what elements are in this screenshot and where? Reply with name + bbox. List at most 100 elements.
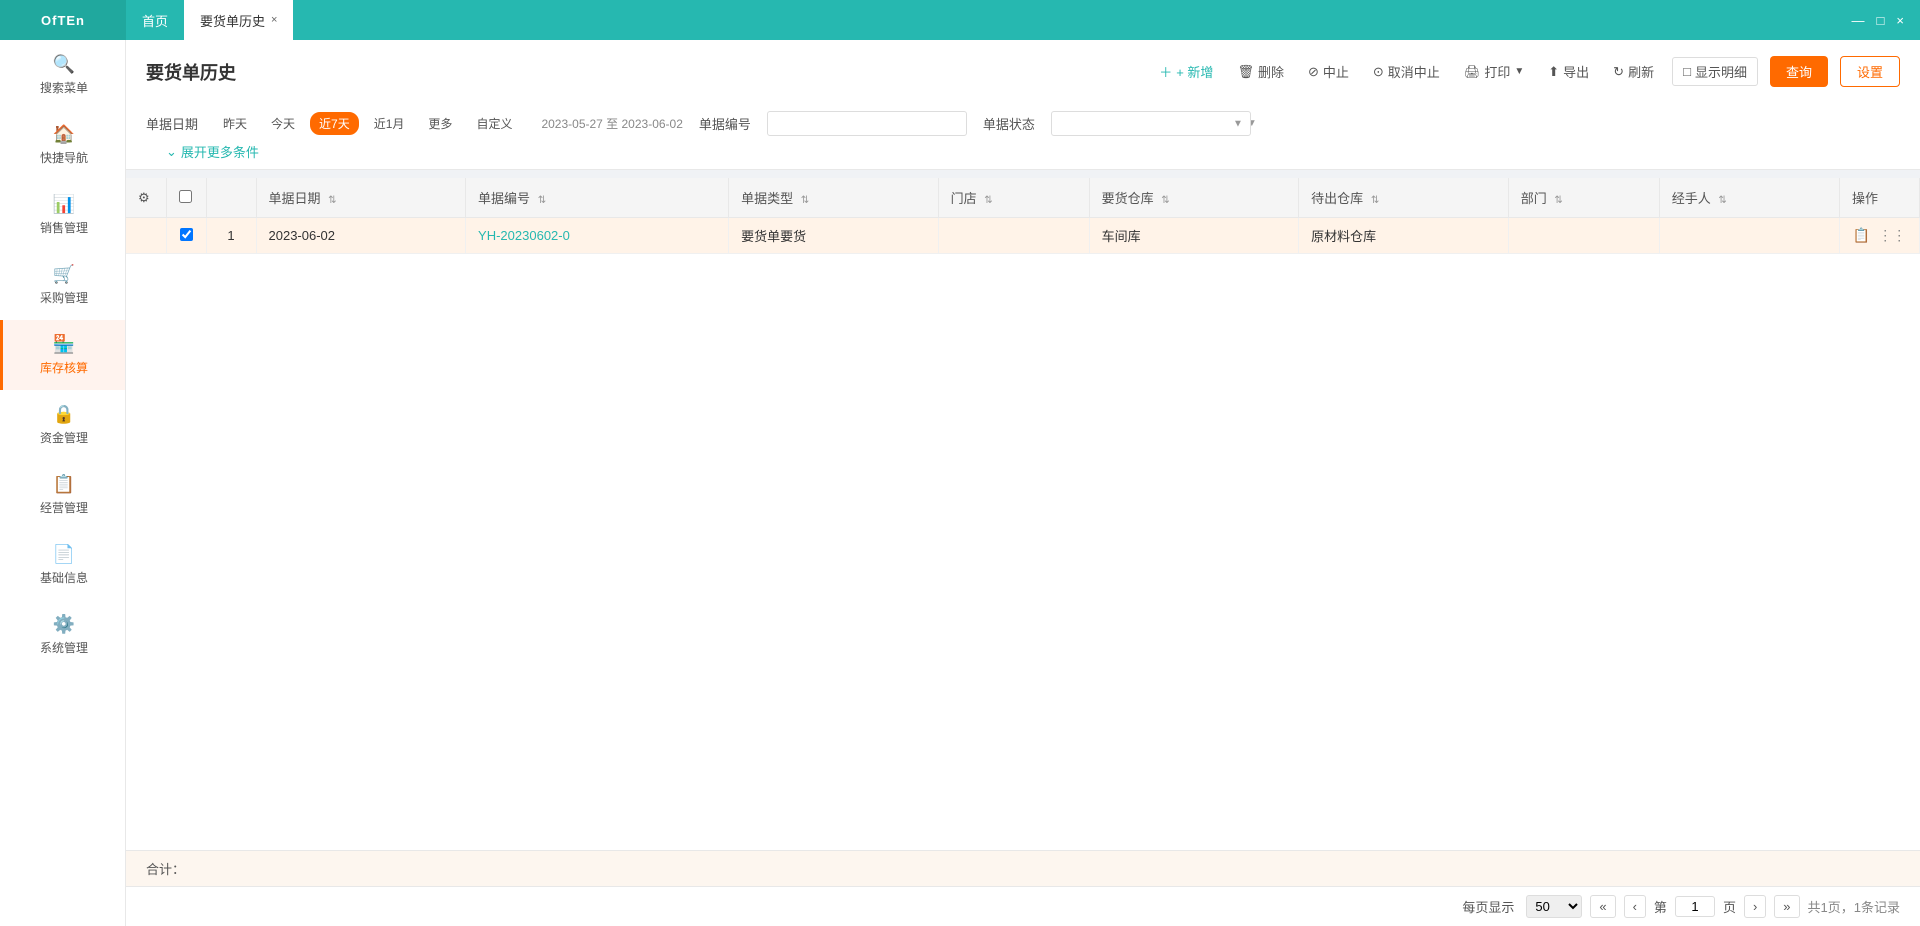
sidebar-item-sales[interactable]: 📊 销售管理 (0, 180, 125, 250)
row-req-warehouse-cell: 车间库 (1089, 218, 1299, 254)
col-settings[interactable]: ⚙ (126, 178, 166, 218)
refresh-button[interactable]: ↻ 刷新 (1607, 58, 1660, 85)
sales-icon: 📊 (53, 194, 75, 215)
delete-icon: 🗑 (1237, 64, 1254, 80)
row-store-cell (938, 218, 1089, 254)
sort-doc-date-icon: ⇅ (328, 195, 336, 206)
row-num-cell: 1 (206, 218, 256, 254)
col-doc-date[interactable]: 单据日期 ⇅ (256, 178, 466, 218)
new-button[interactable]: ＋ + 新增 (1153, 58, 1219, 85)
doc-number-link[interactable]: YH-20230602-0 (478, 228, 570, 243)
last-page-button[interactable]: » (1774, 895, 1799, 918)
filter-row-1: 单据日期 昨天 今天 近7天 近1月 更多 自定义 2023-05-27 至 2… (146, 111, 1900, 136)
search-menu-icon: 🔍 (53, 54, 75, 75)
row-checkbox[interactable] (180, 228, 193, 241)
page-title: 要货单历史 (146, 59, 236, 85)
total-info: 共1页，1条记录 (1808, 897, 1900, 916)
doc-status-select-wrap (1051, 111, 1251, 136)
date-btn-1month[interactable]: 近1月 (365, 112, 414, 135)
date-btn-7days[interactable]: 近7天 (310, 112, 359, 135)
page-title-row: 要货单历史 ＋ + 新增 🗑 删除 ⊘ 中止 ⊙ (146, 56, 1900, 87)
row-settings-cell (126, 218, 166, 254)
suspend-icon: ⊘ (1308, 64, 1319, 80)
expand-more-btn[interactable]: ⌄ 展开更多条件 (146, 142, 1900, 161)
col-pending-warehouse[interactable]: 待出仓库 ⇅ (1299, 178, 1509, 218)
date-btn-yesterday[interactable]: 昨天 (214, 112, 256, 135)
col-store[interactable]: 门店 ⇅ (938, 178, 1089, 218)
row-handler-cell (1659, 218, 1839, 254)
col-checkbox[interactable] (166, 178, 206, 218)
first-page-button[interactable]: « (1590, 895, 1615, 918)
sidebar-item-search-menu[interactable]: 🔍 搜索菜单 (0, 40, 125, 110)
date-btn-more[interactable]: 更多 (419, 112, 461, 135)
filter-area: 单据日期 昨天 今天 近7天 近1月 更多 自定义 2023-05-27 至 2… (146, 99, 1900, 169)
page-label: 第 (1654, 897, 1667, 916)
delete-button[interactable]: 🗑 删除 (1231, 58, 1290, 85)
home-icon: 🏠 (53, 124, 75, 145)
sidebar-item-operations[interactable]: 📋 经营管理 (0, 460, 125, 530)
col-doc-type[interactable]: 单据类型 ⇅ (729, 178, 939, 218)
row-pending-warehouse-cell: 原材料仓库 (1299, 218, 1509, 254)
inventory-icon: 🏪 (53, 334, 75, 355)
col-actions: 操作 (1840, 178, 1920, 218)
doc-number-label: 单据编号 (699, 114, 751, 133)
doc-number-input[interactable] (767, 111, 967, 136)
row-doc-date-cell: 2023-06-02 (256, 218, 466, 254)
sidebar-item-basic-info[interactable]: 📄 基础信息 (0, 530, 125, 600)
window-controls: — □ × (1852, 13, 1920, 28)
show-detail-button[interactable]: □ 显示明细 (1672, 57, 1758, 86)
sort-doc-type-icon: ⇅ (801, 195, 809, 206)
sidebar-item-finance[interactable]: 🔒 资金管理 (0, 390, 125, 460)
row-more-icon[interactable]: ⋮⋮ (1878, 227, 1906, 244)
checkbox-icon: □ (1683, 64, 1691, 79)
content-area: 要货单历史 ＋ + 新增 🗑 删除 ⊘ 中止 ⊙ (126, 40, 1920, 926)
sidebar-item-inventory[interactable]: 🏪 库存核算 (0, 320, 125, 390)
close-btn[interactable]: × (1896, 13, 1904, 28)
doc-status-label: 单据状态 (983, 114, 1035, 133)
col-req-warehouse[interactable]: 要货仓库 ⇅ (1089, 178, 1299, 218)
select-all-checkbox[interactable] (179, 190, 192, 203)
row-checkbox-cell[interactable] (166, 218, 206, 254)
sort-pending-warehouse-icon: ⇅ (1371, 195, 1379, 206)
sidebar-item-purchase[interactable]: 🛒 采购管理 (0, 250, 125, 320)
doc-status-select[interactable] (1051, 111, 1251, 136)
maximize-btn[interactable]: □ (1877, 13, 1885, 28)
next-page-button[interactable]: › (1744, 895, 1766, 918)
date-btn-custom[interactable]: 自定义 (467, 112, 521, 135)
minimize-btn[interactable]: — (1852, 13, 1865, 28)
summary-label: 合计： (146, 862, 185, 877)
sort-handler-icon: ⇅ (1718, 195, 1726, 206)
col-department[interactable]: 部门 ⇅ (1508, 178, 1659, 218)
sidebar-item-quick-nav[interactable]: 🏠 快捷导航 (0, 110, 125, 180)
purchase-icon: 🛒 (53, 264, 75, 285)
top-bar: OfTEn 首页 要货单历史 × — □ × (0, 0, 1920, 40)
cancel-suspend-icon: ⊙ (1373, 64, 1384, 80)
settings-button[interactable]: 设置 (1840, 56, 1900, 87)
prev-page-button[interactable]: ‹ (1624, 895, 1646, 918)
table-footer: 合计： (126, 850, 1920, 886)
table-header-row: ⚙ 单据日期 ⇅ 单据编号 ⇅ (126, 178, 1920, 218)
sidebar-item-system[interactable]: ⚙️ 系统管理 (0, 600, 125, 670)
date-btn-today[interactable]: 今天 (262, 112, 304, 135)
row-doc-number-cell: YH-20230602-0 (466, 218, 729, 254)
suspend-button[interactable]: ⊘ 中止 (1302, 58, 1355, 85)
cancel-suspend-button[interactable]: ⊙ 取消中止 (1367, 58, 1446, 85)
query-button[interactable]: 查询 (1770, 56, 1828, 87)
tab-order-history[interactable]: 要货单历史 × (184, 0, 293, 40)
page-number-input[interactable] (1675, 896, 1715, 917)
col-doc-number[interactable]: 单据编号 ⇅ (466, 178, 729, 218)
data-table: ⚙ 单据日期 ⇅ 单据编号 ⇅ (126, 178, 1920, 254)
toolbar: ＋ + 新增 🗑 删除 ⊘ 中止 ⊙ 取消中止 (1153, 56, 1900, 87)
print-button[interactable]: 🖨 打印 ▼ (1458, 58, 1530, 85)
tab-home[interactable]: 首页 (126, 0, 184, 40)
print-icon: 🖨 (1464, 64, 1481, 80)
col-handler[interactable]: 经手人 ⇅ (1659, 178, 1839, 218)
date-shortcuts: 昨天 今天 近7天 近1月 更多 自定义 (214, 112, 521, 135)
tab-close-icon[interactable]: × (271, 14, 277, 26)
refresh-icon: ↻ (1613, 64, 1624, 80)
row-edit-icon[interactable]: 📋 (1853, 227, 1870, 244)
basic-info-icon: 📄 (53, 544, 75, 565)
page-size-select[interactable]: 10 20 50 100 (1526, 895, 1582, 918)
export-button[interactable]: ⬆ 导出 (1542, 58, 1595, 85)
date-filter-label: 单据日期 (146, 114, 198, 133)
